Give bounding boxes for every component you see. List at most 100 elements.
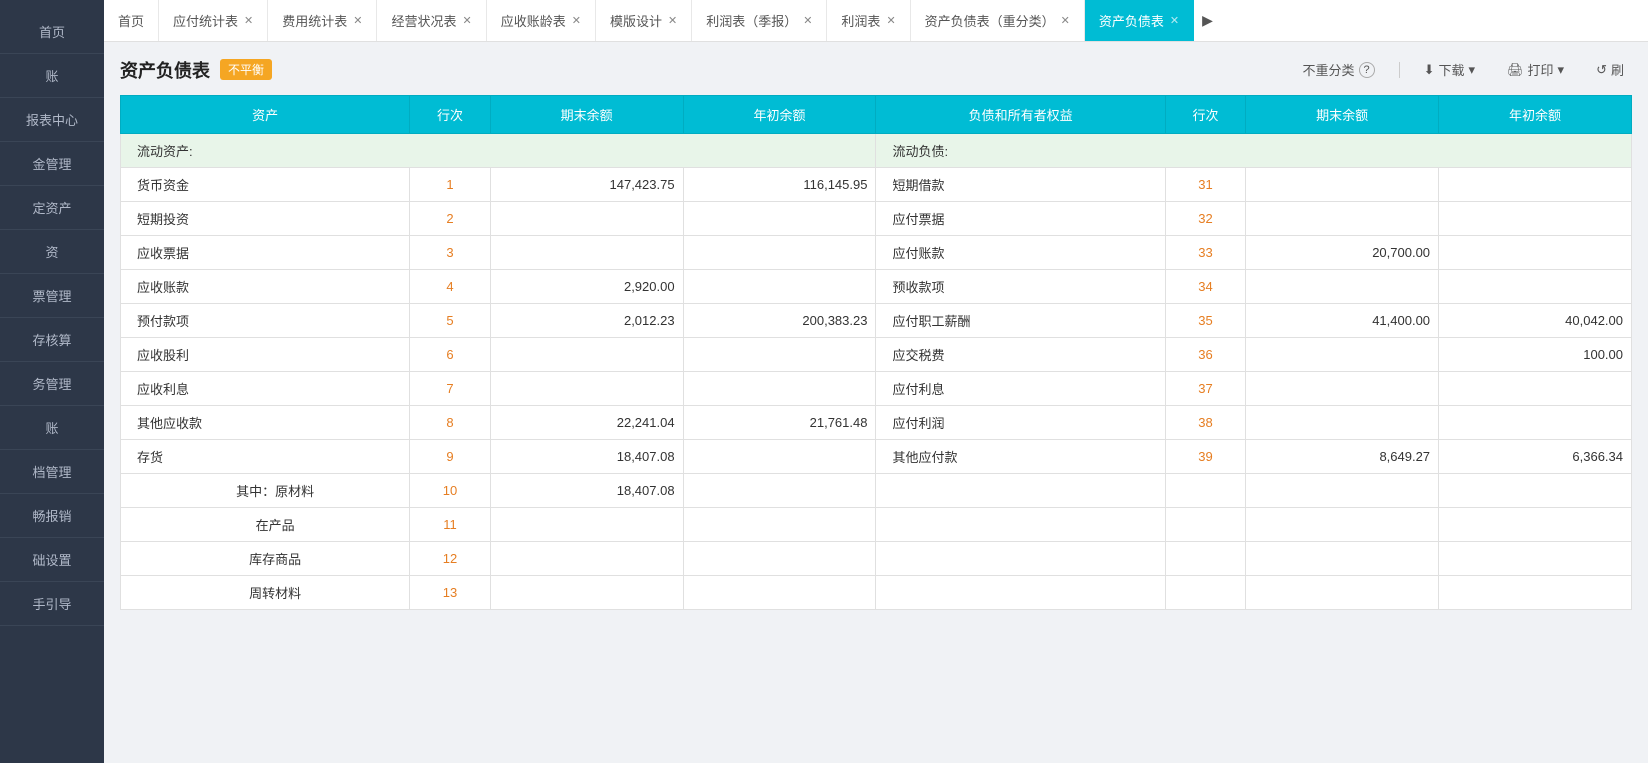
page-title: 资产负债表 [120, 57, 210, 83]
cell-left-period[interactable] [490, 542, 683, 576]
cell-left-period[interactable] [490, 372, 683, 406]
tab-expense-stats[interactable]: 费用统计表 ✕ [268, 0, 377, 42]
sidebar-item-account[interactable]: 账 [0, 54, 104, 98]
cell-left-year [683, 542, 876, 576]
cell-right-period[interactable] [1246, 270, 1439, 304]
cell-left-item: 在产品 [121, 508, 410, 542]
table-row[interactable]: 应收账款 4 2,920.00 预收款项 34 [121, 270, 1632, 304]
tab-payable-stats[interactable]: 应付统计表 ✕ [159, 0, 268, 42]
table-row[interactable]: 其中：原材料 10 18,407.08 [121, 474, 1632, 508]
help-icon[interactable]: ? [1359, 62, 1375, 78]
print-dropdown-icon[interactable]: ▾ [1558, 62, 1565, 78]
tab-balance-reclassify[interactable]: 资产负债表（重分类） ✕ [911, 0, 1085, 42]
cell-right-period[interactable] [1246, 338, 1439, 372]
cell-left-period[interactable] [490, 202, 683, 236]
tab-receivable-aging[interactable]: 应收账龄表 ✕ [487, 0, 596, 42]
tab-operations[interactable]: 经营状况表 ✕ [377, 0, 486, 42]
cell-left-row: 6 [410, 338, 490, 372]
tab-profit-quarterly[interactable]: 利润表（季报） ✕ [692, 0, 827, 42]
sidebar-item-archive-mgmt[interactable]: 档管理 [0, 450, 104, 494]
cell-left-period[interactable]: 2,920.00 [490, 270, 683, 304]
cell-left-period[interactable]: 18,407.08 [490, 474, 683, 508]
cell-right-period[interactable] [1246, 542, 1439, 576]
table-row[interactable]: 其他应收款 8 22,241.04 21,761.48 应付利润 38 [121, 406, 1632, 440]
table-row[interactable]: 应收票据 3 应付账款 33 20,700.00 [121, 236, 1632, 270]
cell-right-year [1439, 474, 1632, 508]
cell-left-period[interactable]: 22,241.04 [490, 406, 683, 440]
cell-left-year [683, 338, 876, 372]
sidebar-item-tax-mgmt[interactable]: 务管理 [0, 362, 104, 406]
table-row[interactable]: 应收股利 6 应交税费 36 100.00 [121, 338, 1632, 372]
sidebar-item-fund-mgmt[interactable]: 金管理 [0, 142, 104, 186]
section-right-label: 流动负债: [876, 134, 1632, 168]
no-reclassify-btn[interactable]: 不重分类 ? [1295, 56, 1383, 83]
sidebar-item-basic-settings[interactable]: 础设置 [0, 538, 104, 582]
sidebar-item-ticket-mgmt[interactable]: 票管理 [0, 274, 104, 318]
table-row[interactable]: 存货 9 18,407.08 其他应付款 39 8,649.27 6,366.3… [121, 440, 1632, 474]
cell-right-period[interactable]: 41,400.00 [1246, 304, 1439, 338]
cell-right-period[interactable]: 20,700.00 [1246, 236, 1439, 270]
cell-left-period[interactable] [490, 338, 683, 372]
cell-left-period[interactable] [490, 508, 683, 542]
tab-balance[interactable]: 资产负债表 ✕ [1085, 0, 1194, 42]
tab-close-expense-stats[interactable]: ✕ [353, 14, 362, 27]
tab-close-profit[interactable]: ✕ [886, 14, 895, 27]
cell-right-period[interactable]: 8,649.27 [1246, 440, 1439, 474]
sidebar-item-capital[interactable]: 资 [0, 230, 104, 274]
print-btn[interactable]: 🖨 打印 ▾ [1499, 56, 1572, 83]
sidebar-item-guide[interactable]: 手引导 [0, 582, 104, 626]
tab-scroll-right[interactable]: ▶ [1194, 0, 1221, 42]
cell-right-period[interactable] [1246, 202, 1439, 236]
cell-right-year [1439, 372, 1632, 406]
tab-close-balance-reclassify[interactable]: ✕ [1061, 14, 1070, 27]
tab-close-template-design[interactable]: ✕ [668, 14, 677, 27]
sidebar-item-inventory[interactable]: 存核算 [0, 318, 104, 362]
sidebar-item-ledger[interactable]: 账 [0, 406, 104, 450]
table-row[interactable]: 短期投资 2 应付票据 32 [121, 202, 1632, 236]
table-row[interactable]: 库存商品 12 [121, 542, 1632, 576]
cell-left-period[interactable] [490, 236, 683, 270]
tab-close-balance[interactable]: ✕ [1170, 14, 1179, 27]
download-btn[interactable]: ⬇ 下载 ▾ [1416, 56, 1483, 83]
cell-left-period[interactable]: 2,012.23 [490, 304, 683, 338]
tab-home[interactable]: 首页 [104, 0, 159, 42]
tab-close-operations[interactable]: ✕ [463, 14, 472, 27]
tab-profit[interactable]: 利润表 ✕ [827, 0, 910, 42]
table-row[interactable]: 在产品 11 [121, 508, 1632, 542]
cell-left-period[interactable]: 18,407.08 [490, 440, 683, 474]
cell-right-item: 其他应付款 [876, 440, 1165, 474]
cell-right-year [1439, 168, 1632, 202]
cell-right-row: 37 [1165, 372, 1245, 406]
cell-left-year [683, 372, 876, 406]
cell-right-period[interactable] [1246, 474, 1439, 508]
table-row[interactable]: 应收利息 7 应付利息 37 [121, 372, 1632, 406]
table-row[interactable]: 货币资金 1 147,423.75 116,145.95 短期借款 31 [121, 168, 1632, 202]
cell-right-period[interactable] [1246, 372, 1439, 406]
cell-left-year: 21,761.48 [683, 406, 876, 440]
tab-template-design[interactable]: 模版设计 ✕ [596, 0, 692, 42]
sidebar-item-home[interactable]: 首页 [0, 10, 104, 54]
cell-right-period[interactable] [1246, 576, 1439, 610]
tab-close-receivable-aging[interactable]: ✕ [572, 14, 581, 27]
download-dropdown-icon[interactable]: ▾ [1468, 62, 1475, 78]
refresh-btn[interactable]: ↺ 刷 [1588, 56, 1632, 83]
cell-left-period[interactable] [490, 576, 683, 610]
balance-table: 资产 行次 期末余额 年初余额 负债和所有者权益 行次 期末余额 年初余额 流动… [120, 95, 1632, 610]
tab-close-profit-quarterly[interactable]: ✕ [803, 14, 812, 27]
cell-left-period[interactable]: 147,423.75 [490, 168, 683, 202]
cell-right-year [1439, 576, 1632, 610]
sidebar-item-report-center[interactable]: 报表中心 [0, 98, 104, 142]
table-row[interactable]: 预付款项 5 2,012.23 200,383.23 应付职工薪酬 35 41,… [121, 304, 1632, 338]
cell-right-period[interactable] [1246, 406, 1439, 440]
sidebar-item-fixed-assets[interactable]: 定资产 [0, 186, 104, 230]
sidebar-item-expense[interactable]: 畅报销 [0, 494, 104, 538]
tab-close-payable-stats[interactable]: ✕ [244, 14, 253, 27]
cell-right-period[interactable] [1246, 508, 1439, 542]
table-row[interactable]: 流动资产: 流动负债: [121, 134, 1632, 168]
cell-right-row: 33 [1165, 236, 1245, 270]
page-header: 资产负债表 不平衡 不重分类 ? ⬇ 下载 ▾ 🖨 打印 ▾ [120, 56, 1632, 83]
cell-right-period[interactable] [1246, 168, 1439, 202]
cell-left-item: 预付款项 [121, 304, 410, 338]
cell-right-item [876, 508, 1165, 542]
table-row[interactable]: 周转材料 13 [121, 576, 1632, 610]
